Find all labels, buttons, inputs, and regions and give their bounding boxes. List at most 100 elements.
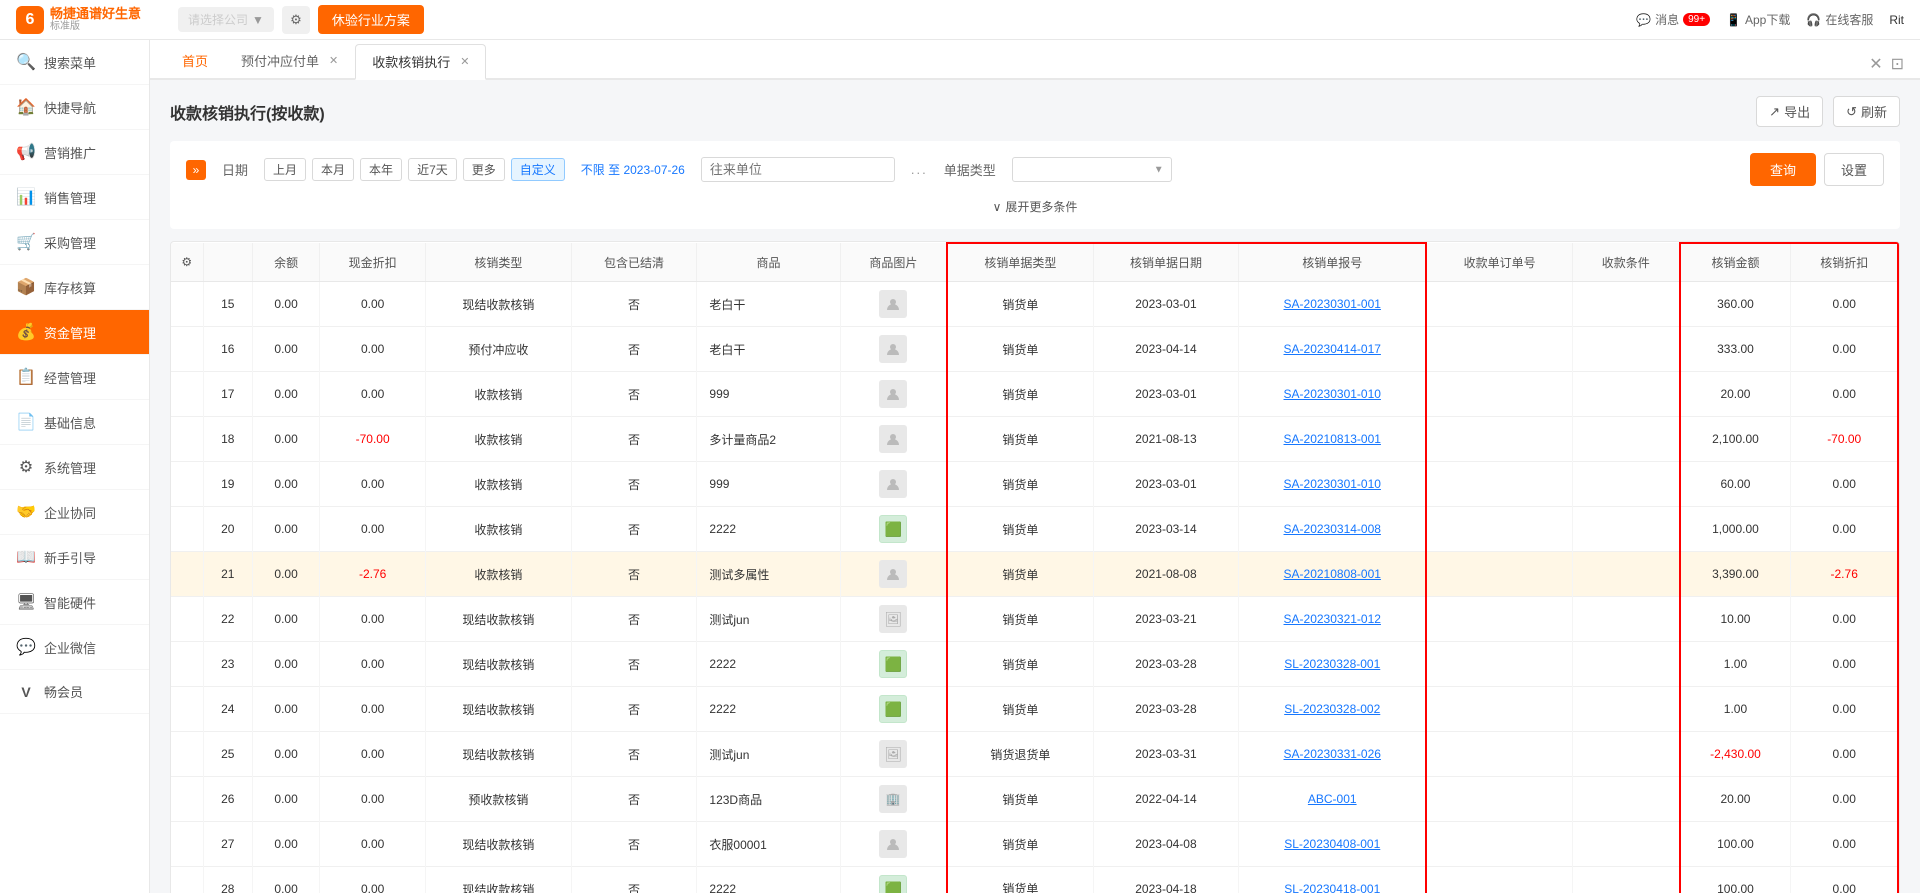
col-gear[interactable]: ⚙ bbox=[171, 243, 203, 282]
date-btn-more[interactable]: 更多 bbox=[463, 158, 505, 181]
cell-cancel-amount: 100.00 bbox=[1680, 822, 1791, 867]
bill-type-select[interactable] bbox=[1012, 157, 1172, 182]
sidebar-item-inventory[interactable]: 📦 库存核算 bbox=[0, 265, 149, 310]
cell-cancel-discount: 0.00 bbox=[1791, 282, 1898, 327]
sidebar-item-purchase[interactable]: 🛒 采购管理 bbox=[0, 220, 149, 265]
sidebar-item-search[interactable]: 🔍 搜索菜单 bbox=[0, 40, 149, 85]
sidebar-item-wechat[interactable]: 💬 企业微信 bbox=[0, 625, 149, 670]
sidebar-item-member-label: 畅会员 bbox=[44, 682, 83, 701]
cell-cancel-amount: 333.00 bbox=[1680, 327, 1791, 372]
cell-cancel-bill-no[interactable]: SL-20230408-001 bbox=[1239, 822, 1427, 867]
cell-gear bbox=[171, 777, 203, 822]
export-label: 导出 bbox=[1784, 102, 1810, 121]
setting-btn[interactable]: 设置 bbox=[1824, 153, 1884, 186]
cell-balance: 0.00 bbox=[253, 597, 320, 642]
app-download-area[interactable]: 📱 App下载 bbox=[1726, 11, 1790, 28]
cell-balance: 0.00 bbox=[253, 327, 320, 372]
cell-cancel-type: 收款核销 bbox=[426, 507, 571, 552]
date-btn-last-month[interactable]: 上月 bbox=[264, 158, 306, 181]
sidebar-item-guide[interactable]: 📖 新手引导 bbox=[0, 535, 149, 580]
cell-cancel-bill-no[interactable]: SA-20230414-017 bbox=[1239, 327, 1427, 372]
message-area[interactable]: 💬 消息 99+ bbox=[1636, 11, 1710, 28]
tab-receipt-close[interactable]: ✕ bbox=[460, 55, 469, 68]
settings-gear-btn[interactable]: ⚙ bbox=[282, 6, 310, 34]
cell-cancel-amount: 100.00 bbox=[1680, 867, 1791, 893]
cell-cancel-bill-no[interactable]: SL-20230418-001 bbox=[1239, 867, 1427, 893]
cell-cancel-bill-no[interactable]: SA-20230321-012 bbox=[1239, 597, 1427, 642]
sidebar-item-system[interactable]: ⚙ 系统管理 bbox=[0, 445, 149, 490]
cell-cancel-bill-no[interactable]: SA-20230301-010 bbox=[1239, 462, 1427, 507]
cell-goods-img bbox=[840, 417, 947, 462]
sidebar-item-operations[interactable]: 📋 经营管理 bbox=[0, 355, 149, 400]
cell-cancel-bill-no[interactable]: SA-20230331-026 bbox=[1239, 732, 1427, 777]
refresh-btn[interactable]: ↺ 刷新 bbox=[1833, 96, 1900, 127]
date-btn-this-year[interactable]: 本年 bbox=[360, 158, 402, 181]
sidebar-item-finance[interactable]: 💰 资金管理 bbox=[0, 310, 149, 355]
expand-more-row[interactable]: ∨ 展开更多条件 bbox=[186, 196, 1884, 217]
sidebar-item-member[interactable]: V 畅会员 bbox=[0, 670, 149, 714]
table-scroll[interactable]: ⚙ 余额 现金折扣 核销类型 包含已结清 商品 商品图片 核销单据类型 核销单据… bbox=[171, 242, 1899, 893]
sidebar-item-purchase-label: 采购管理 bbox=[44, 233, 96, 252]
cell-cancel-bill-no[interactable]: SA-20230301-001 bbox=[1239, 282, 1427, 327]
cell-cancel-discount: -2.76 bbox=[1791, 552, 1898, 597]
filter-expand-btn[interactable]: » bbox=[186, 160, 206, 180]
close-window-icon[interactable]: ✕ bbox=[1869, 54, 1882, 74]
cell-goods: 衣服00001 bbox=[697, 822, 840, 867]
counterpart-input[interactable] bbox=[701, 157, 895, 182]
tab-home[interactable]: 首页 bbox=[166, 42, 224, 78]
cell-cancel-type: 收款核销 bbox=[426, 552, 571, 597]
cell-include-settled: 否 bbox=[571, 867, 697, 893]
cell-cancel-bill-type: 销货单 bbox=[947, 552, 1093, 597]
company-selector[interactable]: 请选择公司 ▼ bbox=[178, 7, 274, 32]
cell-cancel-bill-no[interactable]: SA-20210808-001 bbox=[1239, 552, 1427, 597]
sidebar-item-hardware[interactable]: 🖥 智能硬件 bbox=[0, 580, 149, 625]
cell-cancel-bill-no[interactable]: SA-20230301-010 bbox=[1239, 372, 1427, 417]
table-row: 24 0.00 0.00 现结收款核销 否 2222 🟩 销货单 2023-03… bbox=[171, 687, 1898, 732]
service-icon: 🎧 bbox=[1806, 13, 1821, 27]
cell-cash-discount: 0.00 bbox=[320, 867, 426, 893]
cell-cancel-discount: 0.00 bbox=[1791, 822, 1898, 867]
date-btn-this-month[interactable]: 本月 bbox=[312, 158, 354, 181]
query-btn[interactable]: 查询 bbox=[1750, 153, 1816, 186]
date-range-text: 不限 至 2023-07-26 bbox=[581, 161, 685, 178]
sidebar-item-shortcut[interactable]: 🏠 快捷导航 bbox=[0, 85, 149, 130]
cell-cancel-bill-no[interactable]: SA-20210813-001 bbox=[1239, 417, 1427, 462]
sidebar-item-basic[interactable]: 📄 基础信息 bbox=[0, 400, 149, 445]
tab-prepay-close[interactable]: ✕ bbox=[329, 54, 338, 67]
sidebar-item-enterprise[interactable]: 🤝 企业协同 bbox=[0, 490, 149, 535]
cell-cancel-discount: 0.00 bbox=[1791, 462, 1898, 507]
cell-gear bbox=[171, 282, 203, 327]
cell-row-num: 28 bbox=[203, 867, 253, 893]
cell-cancel-bill-no[interactable]: SL-20230328-002 bbox=[1239, 687, 1427, 732]
cell-cancel-bill-date: 2023-03-21 bbox=[1093, 597, 1238, 642]
cell-include-settled: 否 bbox=[571, 372, 697, 417]
cell-cancel-bill-no[interactable]: SA-20230314-008 bbox=[1239, 507, 1427, 552]
sidebar-item-sales[interactable]: 📊 销售管理 bbox=[0, 175, 149, 220]
cell-receipt-order-no bbox=[1426, 777, 1572, 822]
cell-include-settled: 否 bbox=[571, 642, 697, 687]
cell-row-num: 25 bbox=[203, 732, 253, 777]
cell-cancel-bill-date: 2023-03-28 bbox=[1093, 642, 1238, 687]
wechat-icon: 💬 bbox=[16, 637, 36, 657]
cell-goods-img bbox=[840, 327, 947, 372]
purchase-icon: 🛒 bbox=[16, 232, 36, 252]
cell-goods-img bbox=[840, 372, 947, 417]
cell-gear bbox=[171, 417, 203, 462]
date-custom-badge[interactable]: 自定义 bbox=[511, 158, 565, 181]
date-btn-7days[interactable]: 近7天 bbox=[408, 158, 457, 181]
guide-icon: 📖 bbox=[16, 547, 36, 567]
cell-cancel-bill-no[interactable]: SL-20230328-001 bbox=[1239, 642, 1427, 687]
hardware-icon: 🖥 bbox=[16, 592, 36, 612]
sidebar-item-marketing[interactable]: 📢 营销推广 bbox=[0, 130, 149, 175]
maximize-icon[interactable]: ⊡ bbox=[1891, 54, 1904, 74]
sidebar-item-hardware-label: 智能硬件 bbox=[44, 593, 96, 612]
page-area: 收款核销执行(按收款) ↗ 导出 ↺ 刷新 » 日期 bbox=[150, 80, 1920, 893]
cell-cancel-bill-no[interactable]: ABC-001 bbox=[1239, 777, 1427, 822]
export-btn[interactable]: ↗ 导出 bbox=[1756, 96, 1823, 127]
tab-receipt[interactable]: 收款核销执行 ✕ bbox=[355, 44, 486, 80]
industry-btn[interactable]: 休验行业方案 bbox=[318, 5, 424, 34]
top-bar-right: 💬 消息 99+ 📱 App下载 🎧 在线客服 Rit bbox=[1636, 11, 1904, 28]
tab-prepay[interactable]: 预付冲应付单 ✕ bbox=[224, 42, 355, 78]
online-service-area[interactable]: 🎧 在线客服 bbox=[1806, 11, 1873, 28]
table-row: 28 0.00 0.00 现结收款核销 否 2222 🟩 销货单 2023-04… bbox=[171, 867, 1898, 893]
